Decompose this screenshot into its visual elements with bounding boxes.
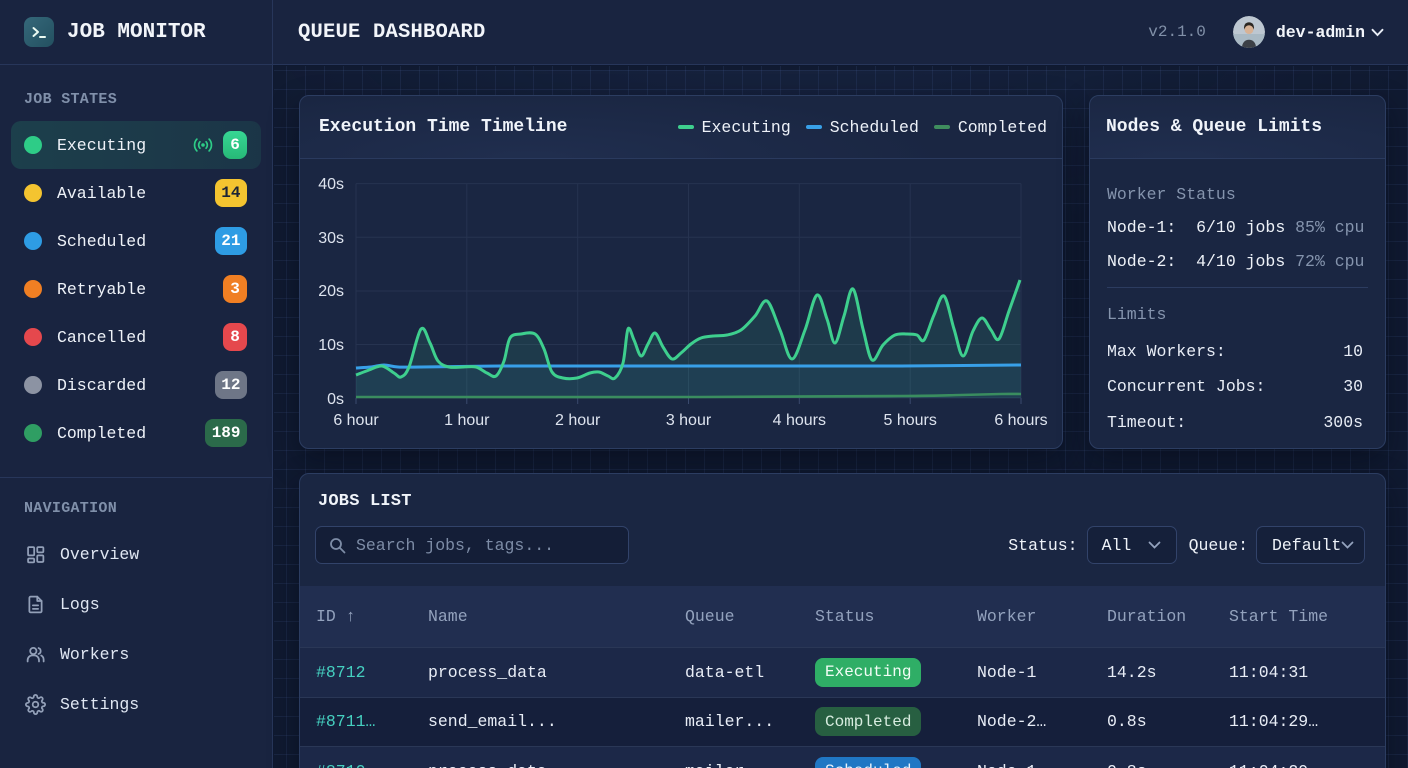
svg-text:30s: 30s (318, 230, 344, 247)
svg-text:2 hour: 2 hour (555, 412, 601, 429)
svg-text:3 hour: 3 hour (666, 412, 712, 429)
svg-text:0s: 0s (327, 391, 344, 408)
svg-text:4 hours: 4 hours (773, 412, 826, 429)
svg-text:6 hours: 6 hours (994, 412, 1047, 429)
svg-text:20s: 20s (318, 283, 344, 300)
svg-text:40s: 40s (318, 176, 344, 193)
svg-text:1 hour: 1 hour (444, 412, 490, 429)
svg-text:5 hours: 5 hours (884, 412, 937, 429)
svg-text:6 hour: 6 hour (333, 412, 379, 429)
svg-text:10s: 10s (318, 337, 344, 354)
